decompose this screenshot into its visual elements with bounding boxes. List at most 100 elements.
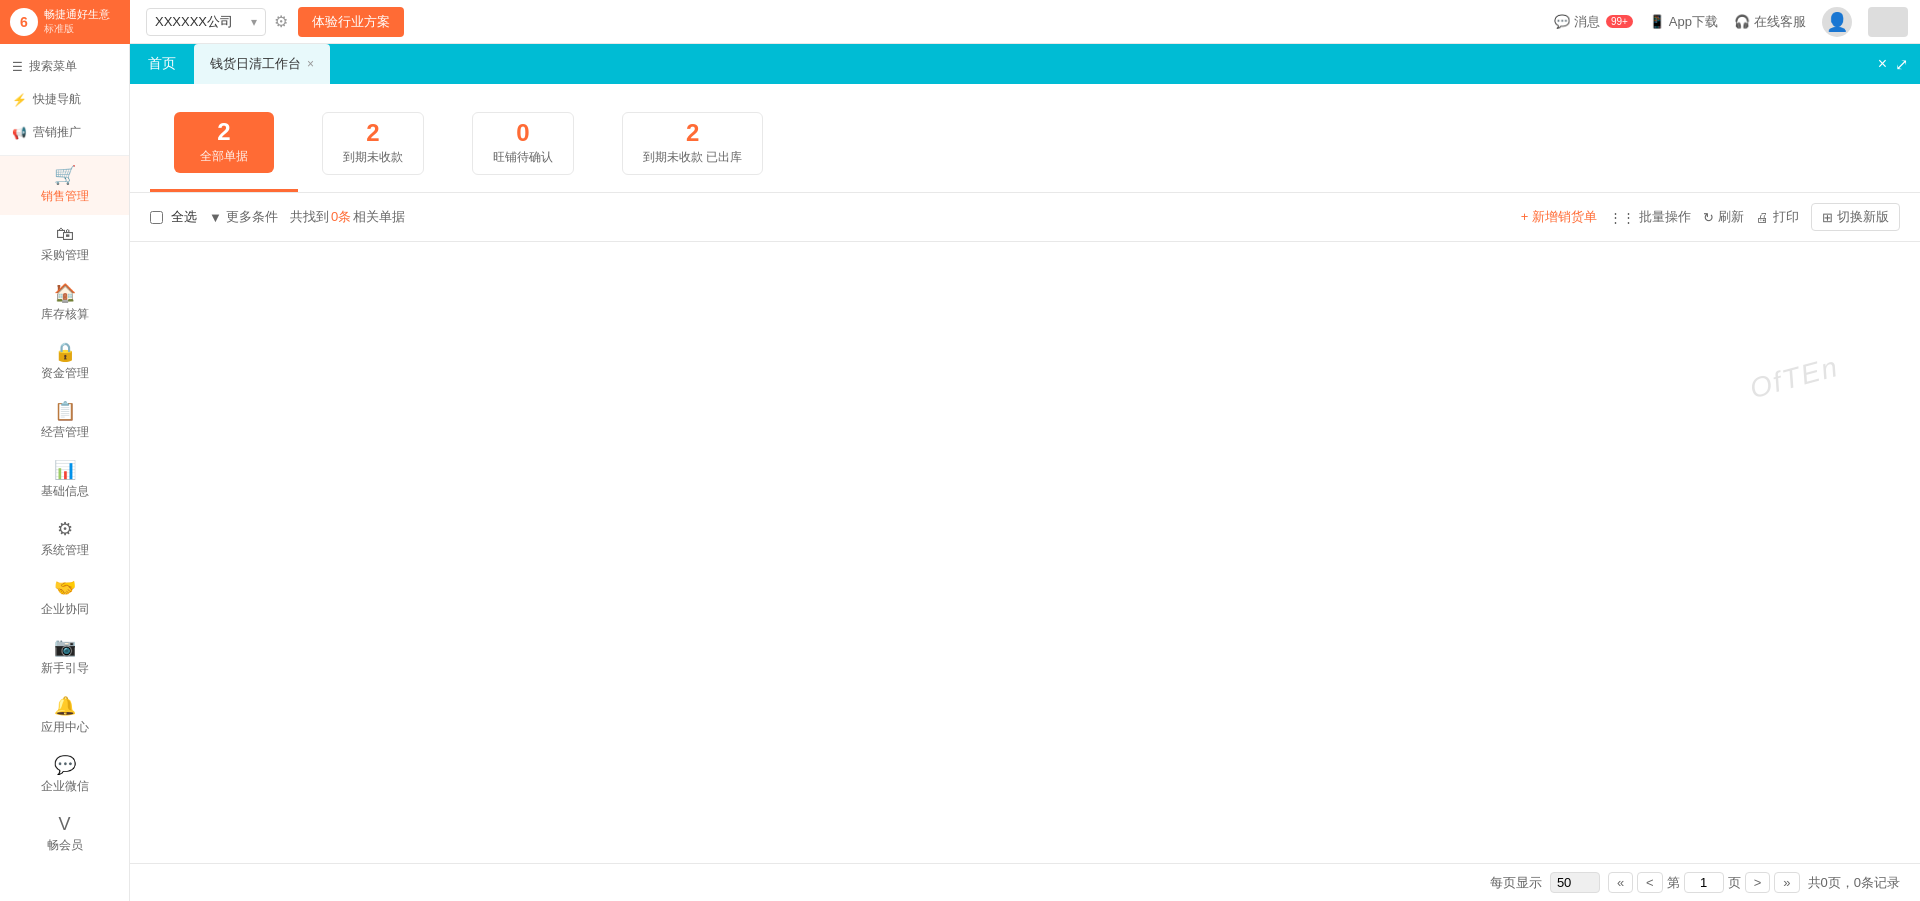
- filter-label: 更多条件: [226, 208, 278, 226]
- sales-icon: 🛒: [54, 166, 76, 184]
- switch-version-button[interactable]: ⊞ 切换新版: [1811, 203, 1900, 231]
- main-layout: ☰ 搜索菜单 ⚡ 快捷导航 📢 营销推广 🛒 销售管理 🛍 采购管理 🏠 库存核…: [0, 44, 1920, 901]
- page-last-button[interactable]: »: [1774, 872, 1799, 893]
- sidebar-item-inventory[interactable]: 🏠 库存核算: [0, 274, 129, 333]
- overdue-bg: 2 到期未收款: [322, 112, 424, 175]
- inventory-icon: 🏠: [54, 284, 76, 302]
- operations-label: 经营管理: [41, 424, 89, 441]
- toolbar: 全选 ▼ 更多条件 共找到 0条 相关单据 + 新增销货单 ⋮⋮ 批量操作 ↻: [130, 193, 1920, 242]
- operations-icon: 📋: [54, 402, 76, 420]
- page-footer: 每页显示 102050100 « < 第 页 > » 共0页，0条记录: [130, 863, 1920, 901]
- watermark: OfTEn: [1746, 351, 1842, 405]
- guide-label: 新手引导: [41, 660, 89, 677]
- search-icon: ☰: [12, 60, 23, 74]
- stat-card-overdue[interactable]: 2 到期未收款: [298, 100, 448, 192]
- batch-button[interactable]: ⋮⋮ 批量操作: [1609, 208, 1691, 226]
- avatar[interactable]: 👤: [1822, 7, 1852, 37]
- filter-button[interactable]: ▼ 更多条件: [209, 208, 278, 226]
- all-number: 2: [217, 120, 230, 144]
- service-icon: 🎧: [1734, 14, 1750, 29]
- all-label: 全部单据: [200, 148, 248, 165]
- switch-label: 切换新版: [1837, 208, 1889, 226]
- app-download-button[interactable]: 📱 App下载: [1649, 13, 1718, 31]
- trial-button[interactable]: 体验行业方案: [298, 7, 404, 37]
- found-prefix: 共找到: [290, 208, 329, 226]
- print-button[interactable]: 🖨 打印: [1756, 208, 1799, 226]
- window-close-button[interactable]: ×: [1878, 55, 1887, 74]
- add-order-button[interactable]: + 新增销货单: [1521, 208, 1597, 226]
- member-icon: V: [58, 815, 70, 833]
- print-label: 打印: [1773, 208, 1799, 226]
- sidebar-item-wechat[interactable]: 💬 企业微信: [0, 746, 129, 805]
- member-label: 畅会员: [47, 837, 83, 854]
- batch-label: 批量操作: [1639, 208, 1691, 226]
- messages-button[interactable]: 💬 消息 99+: [1554, 13, 1633, 31]
- page-first-button[interactable]: «: [1608, 872, 1633, 893]
- page-input[interactable]: [1684, 872, 1724, 893]
- sales-label: 销售管理: [41, 188, 89, 205]
- apps-label: 应用中心: [41, 719, 89, 736]
- toolbar-right: + 新增销货单 ⋮⋮ 批量操作 ↻ 刷新 🖨 打印 ⊞: [1521, 203, 1900, 231]
- tab-label: 钱货日清工作台: [210, 55, 301, 73]
- refresh-icon: ↻: [1703, 210, 1714, 225]
- page-next-button[interactable]: >: [1745, 872, 1771, 893]
- finance-icon: 🔒: [54, 343, 76, 361]
- batch-icon: ⋮⋮: [1609, 210, 1635, 225]
- select-all-label: 全选: [171, 208, 197, 226]
- total-info: 共0页，0条记录: [1808, 874, 1900, 892]
- stat-card-shipped[interactable]: 2 到期未收款 已出库: [598, 100, 787, 192]
- gear-button[interactable]: ⚙: [274, 12, 288, 31]
- print-icon: 🖨: [1756, 210, 1769, 225]
- stat-card-all[interactable]: 2 全部单据: [150, 100, 298, 192]
- logo-area: 6 畅捷通好生意 标准版: [0, 0, 130, 44]
- company-selector[interactable]: XXXXXX公司 ▾: [146, 8, 266, 36]
- shipped-number: 2: [686, 121, 699, 145]
- user-menu[interactable]: [1868, 7, 1908, 37]
- cooperation-icon: 🤝: [54, 579, 76, 597]
- sidebar-item-basic[interactable]: 📊 基础信息: [0, 451, 129, 510]
- window-expand-button[interactable]: ⤢: [1895, 55, 1908, 74]
- sidebar-item-finance[interactable]: 🔒 资金管理: [0, 333, 129, 392]
- top-header: 6 畅捷通好生意 标准版 XXXXXX公司 ▾ ⚙ 体验行业方案 💬 消息 99…: [0, 0, 1920, 44]
- marketing-item[interactable]: 📢 营销推广: [0, 116, 129, 149]
- pagination-controls: « < 第 页 > »: [1608, 872, 1800, 893]
- refresh-button[interactable]: ↻ 刷新: [1703, 208, 1744, 226]
- marketing-icon: 📢: [12, 126, 27, 140]
- stat-card-pending[interactable]: 0 旺铺待确认: [448, 100, 598, 192]
- header-right: 💬 消息 99+ 📱 App下载 🎧 在线客服 👤: [1554, 7, 1908, 37]
- quick-nav-item[interactable]: ⚡ 快捷导航: [0, 83, 129, 116]
- page-prev-button[interactable]: <: [1637, 872, 1663, 893]
- refresh-label: 刷新: [1718, 208, 1744, 226]
- found-count: 0条: [331, 208, 351, 226]
- wechat-label: 企业微信: [41, 778, 89, 795]
- online-service-button[interactable]: 🎧 在线客服: [1734, 13, 1806, 31]
- sidebar-item-purchase[interactable]: 🛍 采购管理: [0, 215, 129, 274]
- per-page-select[interactable]: 102050100: [1550, 872, 1600, 893]
- pending-number: 0: [516, 121, 529, 145]
- search-menu-item[interactable]: ☰ 搜索菜单: [0, 50, 129, 83]
- sidebar-item-system[interactable]: ⚙ 系统管理: [0, 510, 129, 569]
- sidebar-item-member[interactable]: V 畅会员: [0, 805, 129, 864]
- select-all-checkbox[interactable]: [150, 211, 163, 224]
- sidebar-item-apps[interactable]: 🔔 应用中心: [0, 687, 129, 746]
- online-service-label: 在线客服: [1754, 13, 1806, 31]
- company-name: XXXXXX公司: [155, 13, 251, 31]
- sidebar-item-operations[interactable]: 📋 经营管理: [0, 392, 129, 451]
- wechat-icon: 💬: [54, 756, 76, 774]
- sidebar-item-cooperation[interactable]: 🤝 企业协同: [0, 569, 129, 628]
- tab-home[interactable]: 首页: [130, 44, 194, 84]
- tab-close-icon[interactable]: ×: [307, 57, 314, 71]
- overdue-number: 2: [366, 121, 379, 145]
- tab-work-bench[interactable]: 钱货日清工作台 ×: [194, 44, 330, 84]
- guide-icon: 📷: [54, 638, 76, 656]
- system-label: 系统管理: [41, 542, 89, 559]
- sidebar-item-sales[interactable]: 🛒 销售管理: [0, 156, 129, 215]
- search-menu-label: 搜索菜单: [29, 58, 77, 75]
- cooperation-label: 企业协同: [41, 601, 89, 618]
- system-icon: ⚙: [57, 520, 73, 538]
- page-suffix: 页: [1728, 874, 1741, 892]
- app-download-label: App下载: [1669, 13, 1718, 31]
- finance-label: 资金管理: [41, 365, 89, 382]
- table-area: OfTEn: [130, 242, 1920, 863]
- sidebar-item-guide[interactable]: 📷 新手引导: [0, 628, 129, 687]
